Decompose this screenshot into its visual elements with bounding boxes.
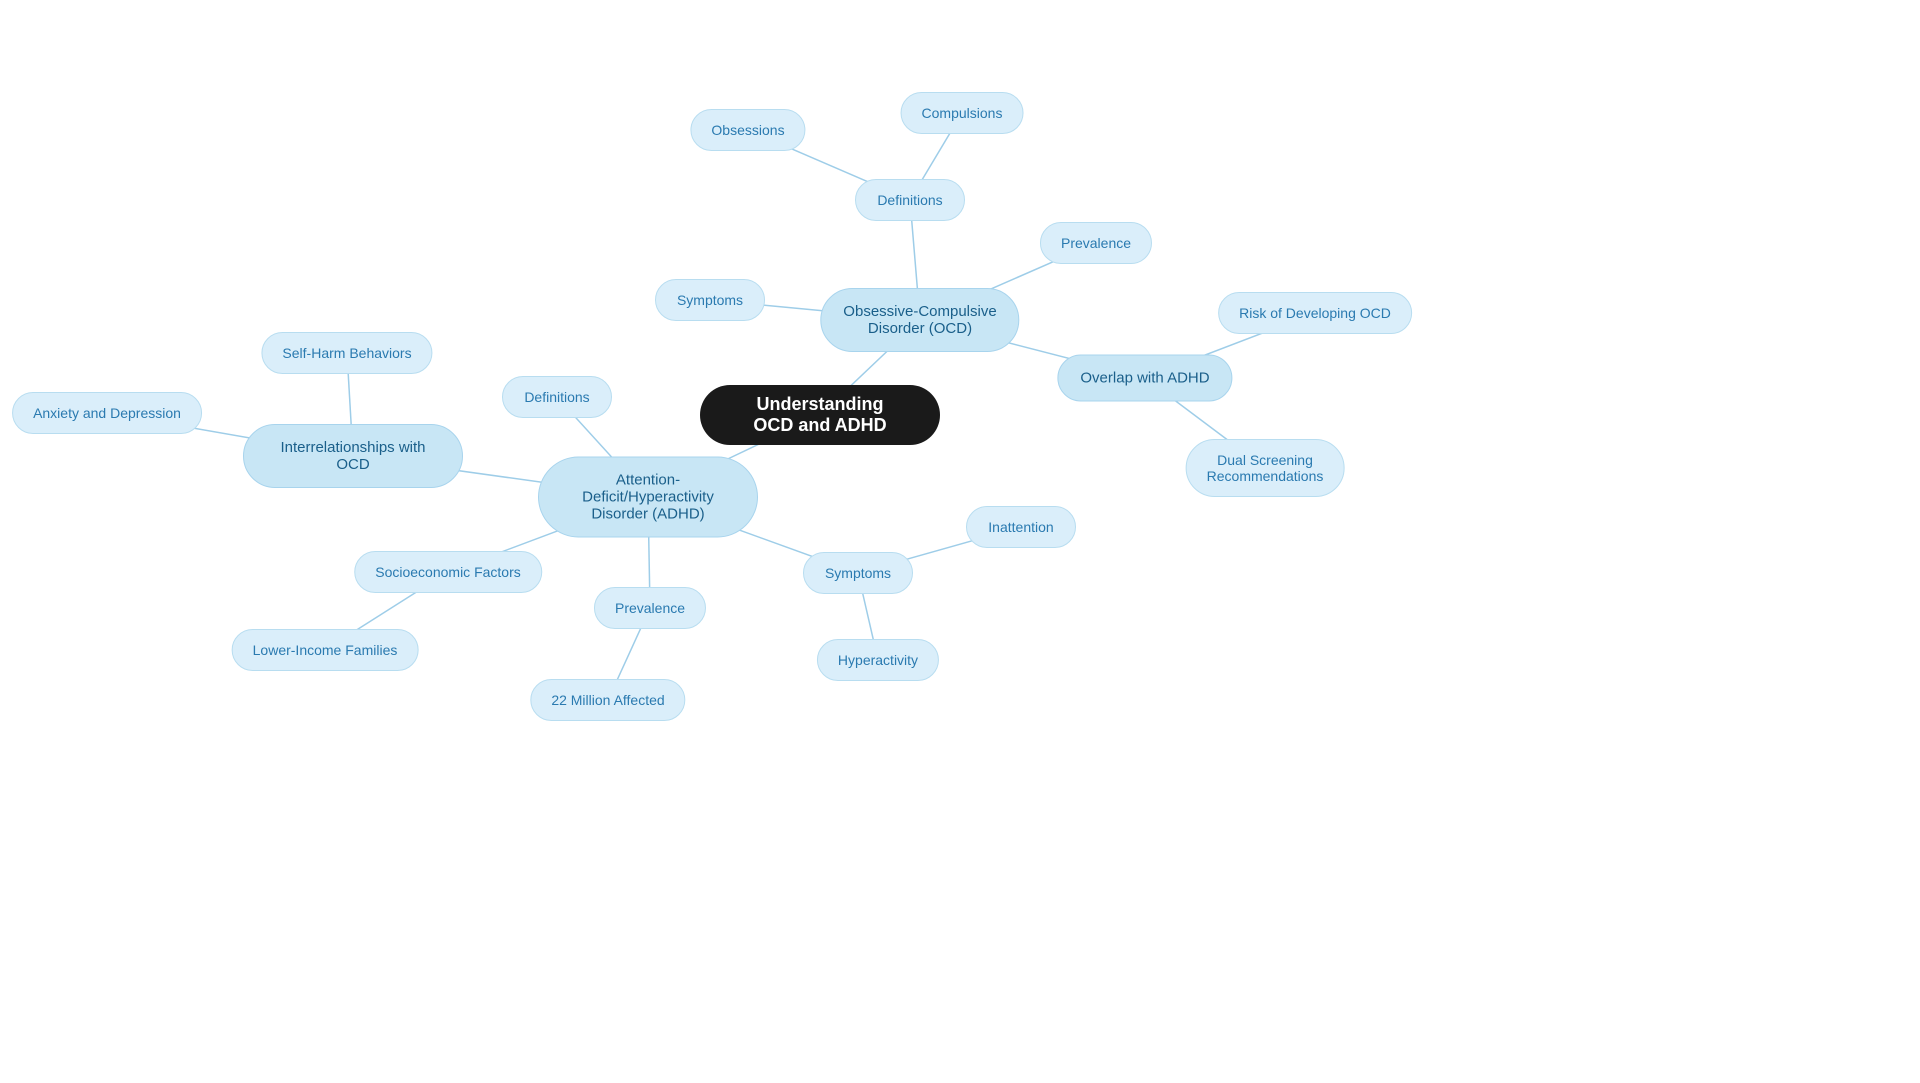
node-dual_screening[interactable]: Dual Screening Recommendations <box>1186 439 1345 497</box>
node-hyperactivity[interactable]: Hyperactivity <box>817 639 939 681</box>
node-adhd[interactable]: Attention-Deficit/Hyperactivity Disorder… <box>538 457 758 538</box>
connections-svg <box>0 0 1920 1083</box>
node-adhd_definitions[interactable]: Definitions <box>502 376 612 418</box>
node-ocd[interactable]: Obsessive-Compulsive Disorder (OCD) <box>820 288 1019 352</box>
node-adhd_prevalence[interactable]: Prevalence <box>594 587 706 629</box>
node-adhd_symptoms[interactable]: Symptoms <box>803 552 913 594</box>
node-ocd_compulsions[interactable]: Compulsions <box>901 92 1024 134</box>
node-inattention[interactable]: Inattention <box>966 506 1076 548</box>
node-anxiety_depression[interactable]: Anxiety and Depression <box>12 392 202 434</box>
node-ocd_symptoms[interactable]: Symptoms <box>655 279 765 321</box>
node-risk_ocd[interactable]: Risk of Developing OCD <box>1218 292 1412 334</box>
node-center[interactable]: Understanding OCD and ADHD <box>700 385 940 445</box>
node-ocd_definitions[interactable]: Definitions <box>855 179 965 221</box>
node-overlap[interactable]: Overlap with ADHD <box>1057 355 1232 402</box>
node-socioeconomic[interactable]: Socioeconomic Factors <box>354 551 542 593</box>
mind-map-container: Understanding OCD and ADHD Obsessive-Comp… <box>0 0 1920 1083</box>
node-interrelationships[interactable]: Interrelationships with OCD <box>243 424 463 488</box>
node-ocd_obsessions[interactable]: Obsessions <box>690 109 805 151</box>
node-ocd_prevalence[interactable]: Prevalence <box>1040 222 1152 264</box>
node-self_harm[interactable]: Self-Harm Behaviors <box>261 332 432 374</box>
node-22million[interactable]: 22 Million Affected <box>530 679 685 721</box>
node-lower_income[interactable]: Lower-Income Families <box>232 629 419 671</box>
